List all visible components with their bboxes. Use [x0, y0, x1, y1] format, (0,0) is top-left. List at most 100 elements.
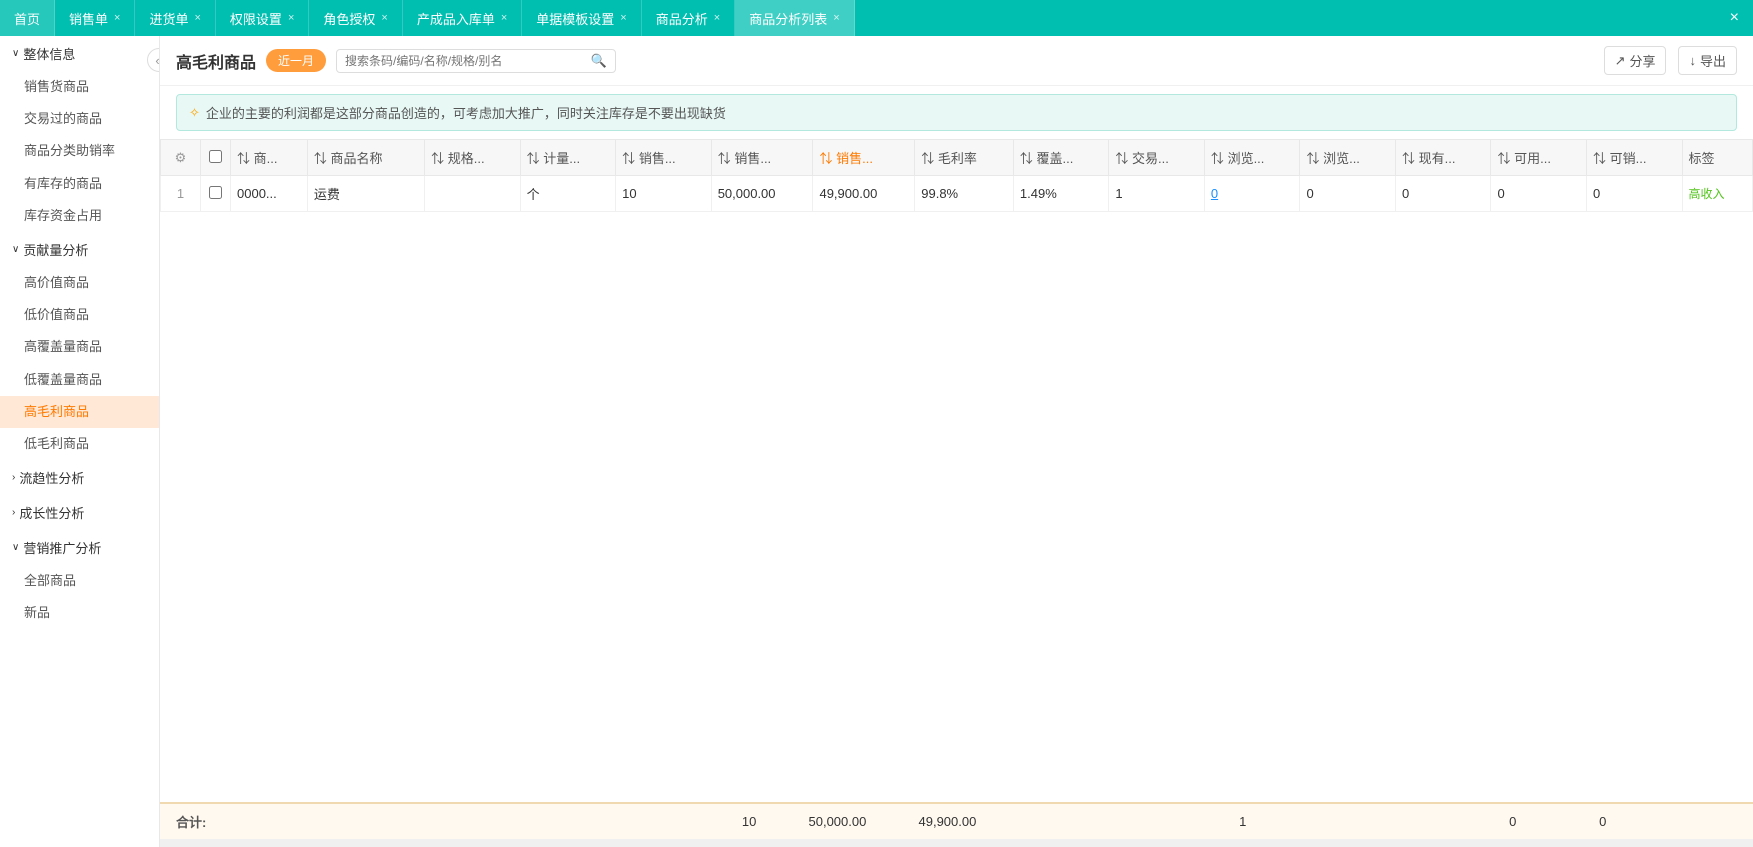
col-header-unit[interactable]: ⇅ 计量...	[520, 140, 616, 176]
footer-spacer2	[346, 814, 466, 829]
sidebar-item-stock-capital[interactable]: 库存资金占用	[0, 200, 159, 232]
col-header-current[interactable]: ⇅ 现有...	[1395, 140, 1491, 176]
settings-icon: ⚙	[175, 150, 187, 165]
sort-icon: ⇅	[1115, 151, 1128, 166]
sort-icon: ⇅	[1593, 151, 1606, 166]
col-header-browse1[interactable]: ⇅ 浏览...	[1204, 140, 1300, 176]
sidebar-item-sales-goods[interactable]: 销售货商品	[0, 71, 159, 103]
search-box[interactable]: 🔍	[336, 49, 616, 73]
row-browse1[interactable]: 0	[1204, 176, 1300, 212]
sidebar-item-low-value[interactable]: 低价值商品	[0, 299, 159, 331]
row-coverage: 1.49%	[1013, 176, 1109, 212]
row-index: 1	[161, 176, 201, 212]
row-trade: 1	[1109, 176, 1205, 212]
col-header-available[interactable]: ⇅ 可用...	[1491, 140, 1587, 176]
search-input[interactable]	[345, 54, 591, 68]
main-layout: « ∨ 整体信息 销售货商品 交易过的商品 商品分类助销率 有库存的商品 库存资…	[0, 36, 1753, 847]
close-icon[interactable]: ×	[194, 12, 200, 24]
nav-product-entry[interactable]: 产成品入库单 ×	[403, 0, 522, 36]
col-header-code[interactable]: ⇅ 商...	[231, 140, 308, 176]
table-header-row: ⚙ ⇅ 商... ⇅ 商品名称	[161, 140, 1753, 176]
col-header-spec[interactable]: ⇅ 规格...	[425, 140, 521, 176]
share-button[interactable]: ↗ 分享	[1604, 46, 1667, 75]
sidebar-item-high-margin[interactable]: 高毛利商品	[0, 396, 159, 428]
close-icon[interactable]: ×	[501, 12, 507, 24]
sidebar-item-all-goods[interactable]: 全部商品	[0, 565, 159, 597]
sidebar-item-category-sales-rate[interactable]: 商品分类助销率	[0, 135, 159, 167]
sidebar-item-high-coverage[interactable]: 高覆盖量商品	[0, 331, 159, 363]
collapse-icon: «	[155, 53, 160, 68]
row-code: 0000...	[231, 176, 308, 212]
footer-trade-total: 1	[1156, 814, 1256, 829]
footer-spacer1	[226, 814, 346, 829]
info-icon: ✧	[189, 105, 200, 121]
row-current: 0	[1395, 176, 1491, 212]
sort-icon: ⇅	[622, 151, 635, 166]
close-icon[interactable]: ×	[620, 12, 626, 24]
sidebar-item-new-goods[interactable]: 新品	[0, 597, 159, 629]
nav-template-settings[interactable]: 单据模板设置 ×	[522, 0, 641, 36]
page-title: 高毛利商品	[176, 49, 256, 73]
row-browse2: 0	[1300, 176, 1396, 212]
horizontal-scrollbar[interactable]	[160, 839, 1753, 847]
close-icon[interactable]: ×	[381, 12, 387, 24]
close-icon[interactable]: ×	[288, 12, 294, 24]
nav-sales[interactable]: 销售单 ×	[55, 0, 135, 36]
row-name: 运费	[307, 176, 424, 212]
sidebar-section-marketing[interactable]: ∨ 营销推广分析	[0, 530, 159, 565]
nav-purchase[interactable]: 进货单 ×	[135, 0, 215, 36]
export-icon: ↓	[1689, 53, 1696, 68]
sidebar-section-contribution[interactable]: ∨ 贡献量分析	[0, 232, 159, 267]
content-area: 高毛利商品 近一月 🔍 ↗ 分享 ↓ 导出 ✧ 企业的主要的利润都是这部分商品创…	[160, 36, 1753, 847]
sidebar-item-in-stock-goods[interactable]: 有库存的商品	[0, 168, 159, 200]
row-checkbox[interactable]	[209, 186, 222, 199]
sidebar-item-high-value[interactable]: 高价值商品	[0, 267, 159, 299]
sidebar-item-traded-goods[interactable]: 交易过的商品	[0, 103, 159, 135]
select-all-checkbox[interactable]	[209, 150, 222, 163]
sort-icon: ⇅	[921, 151, 934, 166]
nav-product-analysis-list[interactable]: 商品分析列表 ×	[735, 0, 854, 36]
col-header-checkbox[interactable]	[201, 140, 231, 176]
col-header-sales2[interactable]: ⇅ 销售...	[711, 140, 813, 176]
data-table-container[interactable]: ⚙ ⇅ 商... ⇅ 商品名称	[160, 139, 1753, 802]
nav-product-analysis[interactable]: 商品分析 ×	[642, 0, 735, 36]
row-checkbox-cell[interactable]	[201, 176, 231, 212]
filter-month-button[interactable]: 近一月	[266, 49, 326, 72]
nav-permissions[interactable]: 权限设置 ×	[216, 0, 309, 36]
footer-sales1-total: 10	[666, 814, 766, 829]
col-header-browse2[interactable]: ⇅ 浏览...	[1300, 140, 1396, 176]
nav-home[interactable]: 首页	[0, 0, 55, 36]
row-gross-rate: 99.8%	[915, 176, 1014, 212]
export-button[interactable]: ↓ 导出	[1678, 46, 1737, 75]
col-header-settings[interactable]: ⚙	[161, 140, 201, 176]
row-unit: 个	[520, 176, 616, 212]
sidebar-item-low-margin[interactable]: 低毛利商品	[0, 428, 159, 460]
close-icon[interactable]: ×	[833, 12, 839, 24]
col-header-trade[interactable]: ⇅ 交易...	[1109, 140, 1205, 176]
arrow-down-icon: ∨	[12, 542, 19, 553]
sidebar-section-trend[interactable]: › 流趋性分析	[0, 460, 159, 495]
footer-sales2-total: 50,000.00	[766, 814, 876, 829]
sidebar-section-growth[interactable]: › 成长性分析	[0, 495, 159, 530]
col-header-sellable[interactable]: ⇅ 可销...	[1586, 140, 1682, 176]
sort-icon: ⇅	[718, 151, 731, 166]
close-icon[interactable]: ×	[114, 12, 120, 24]
footer-spacer6	[1066, 814, 1156, 829]
table-footer: 合计: 10 50,000.00 49,900.00 1 0 0	[160, 802, 1753, 839]
col-header-coverage[interactable]: ⇅ 覆盖...	[1013, 140, 1109, 176]
nav-roles[interactable]: 角色授权 ×	[309, 0, 402, 36]
close-icon[interactable]: ×	[714, 12, 720, 24]
sidebar-section-overview[interactable]: ∨ 整体信息	[0, 36, 159, 71]
window-close-button[interactable]: ×	[1716, 9, 1753, 27]
col-header-sales1[interactable]: ⇅ 销售...	[616, 140, 712, 176]
row-sales2: 50,000.00	[711, 176, 813, 212]
col-header-sales3[interactable]: ⇅ 销售...	[813, 140, 915, 176]
info-banner: ✧ 企业的主要的利润都是这部分商品创造的，可考虑加大推广，同时关注库存是不要出现…	[176, 94, 1737, 131]
sidebar-item-low-coverage[interactable]: 低覆盖量商品	[0, 364, 159, 396]
col-header-tag[interactable]: 标签	[1682, 140, 1753, 176]
sort-icon: ⇅	[314, 151, 327, 166]
col-header-gross-rate[interactable]: ⇅ 毛利率	[915, 140, 1014, 176]
footer-current-total: 0	[1436, 814, 1526, 829]
col-header-name[interactable]: ⇅ 商品名称	[307, 140, 424, 176]
footer-spacer7	[1256, 814, 1346, 829]
